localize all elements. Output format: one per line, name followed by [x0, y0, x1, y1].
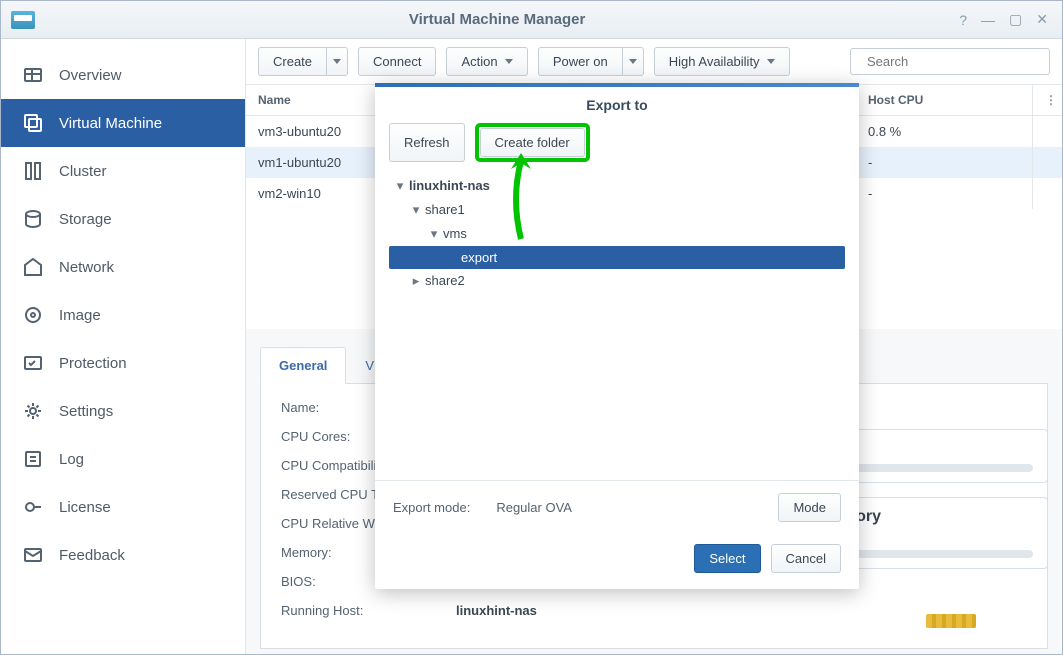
sidebar-item-license[interactable]: License	[1, 483, 245, 531]
sidebar-item-cluster[interactable]: Cluster	[1, 147, 245, 195]
sidebar-item-label: Storage	[59, 211, 112, 228]
tree-node-share1[interactable]: ▾share1	[389, 198, 845, 222]
sidebar-item-storage[interactable]: Storage	[1, 195, 245, 243]
sidebar-item-label: Overview	[59, 67, 122, 84]
vm-cpu: -	[856, 147, 1032, 178]
sidebar-item-network[interactable]: Network	[1, 243, 245, 291]
sidebar-item-image[interactable]: Image	[1, 291, 245, 339]
caret-down-icon	[333, 59, 341, 64]
close-icon[interactable]: ✕	[1036, 11, 1048, 28]
vm-icon	[23, 113, 43, 133]
export-dialog: Export to Refresh Create folder ▾linuxhi…	[375, 83, 859, 589]
arrow-annotation	[501, 149, 541, 249]
minimize-icon[interactable]: —	[981, 12, 995, 28]
caret-down-icon	[629, 59, 637, 64]
search-input[interactable]	[850, 48, 1050, 75]
license-icon	[23, 497, 43, 517]
high-availability-button[interactable]: High Availability	[654, 47, 790, 76]
power-on-button[interactable]: Power on	[538, 47, 622, 76]
cancel-button[interactable]: Cancel	[771, 544, 841, 573]
sidebar-item-label: Protection	[59, 355, 127, 372]
tab-general[interactable]: General	[260, 347, 346, 384]
column-host-cpu[interactable]: Host CPU	[856, 85, 1032, 115]
sidebar-item-label: Settings	[59, 403, 113, 420]
sidebar-item-label: Cluster	[59, 163, 107, 180]
collapse-icon: ▾	[429, 226, 439, 242]
connect-button[interactable]: Connect	[358, 47, 436, 76]
sidebar-item-feedback[interactable]: Feedback	[1, 531, 245, 579]
collapse-icon: ▾	[395, 178, 405, 194]
create-button[interactable]: Create	[258, 47, 326, 76]
mode-button[interactable]: Mode	[778, 493, 841, 522]
search-field[interactable]	[867, 54, 1043, 69]
toolbar: Create Connect Action Power on High Avai…	[246, 39, 1062, 85]
settings-icon	[23, 401, 43, 421]
sidebar-item-log[interactable]: Log	[1, 435, 245, 483]
maximize-icon[interactable]: ▢	[1009, 11, 1022, 28]
sidebar-item-virtual-machine[interactable]: Virtual Machine	[1, 99, 245, 147]
tree-node-nas[interactable]: ▾linuxhint-nas	[389, 174, 845, 198]
sidebar-item-overview[interactable]: Overview	[1, 51, 245, 99]
export-mode-label: Export mode:	[393, 500, 470, 515]
collapse-icon: ▾	[411, 202, 421, 218]
protection-icon	[23, 353, 43, 373]
image-icon	[23, 305, 43, 325]
sidebar: Overview Virtual Machine Cluster Storage…	[1, 39, 246, 654]
sidebar-item-label: Virtual Machine	[59, 115, 162, 132]
cpu-bar	[833, 464, 1033, 472]
sidebar-item-label: Image	[59, 307, 101, 324]
feedback-icon	[23, 545, 43, 565]
network-icon	[23, 257, 43, 277]
refresh-button[interactable]: Refresh	[389, 123, 465, 162]
cluster-icon	[23, 161, 43, 181]
help-icon[interactable]: ?	[959, 12, 967, 28]
column-menu-icon[interactable]: ⋮	[1032, 85, 1062, 115]
tree-node-share2[interactable]: ▸share2	[389, 269, 845, 293]
create-dropdown[interactable]	[326, 47, 348, 76]
app-icon	[11, 11, 35, 29]
action-button[interactable]: Action	[446, 47, 527, 76]
select-button[interactable]: Select	[694, 544, 760, 573]
vm-cpu: 0.8 %	[856, 116, 1032, 147]
expand-icon: ▸	[411, 273, 421, 289]
chip-icon	[926, 614, 976, 628]
export-mode-value: Regular OVA	[496, 500, 572, 515]
sidebar-item-label: Feedback	[59, 547, 125, 564]
overview-icon	[23, 65, 43, 85]
sidebar-item-protection[interactable]: Protection	[1, 339, 245, 387]
sidebar-item-label: License	[59, 499, 111, 516]
caret-down-icon	[505, 59, 513, 64]
tree-node-vms[interactable]: ▾vms	[389, 222, 845, 246]
window-title: Virtual Machine Manager	[35, 11, 959, 28]
memory-title: emory	[833, 508, 1033, 526]
titlebar: Virtual Machine Manager ? — ▢ ✕	[1, 1, 1062, 39]
value-host: linuxhint-nas	[456, 603, 537, 618]
storage-icon	[23, 209, 43, 229]
folder-tree: ▾linuxhint-nas ▾share1 ▾vms export ▸shar…	[375, 170, 859, 480]
cpu-title: PU	[833, 440, 1033, 458]
sidebar-item-settings[interactable]: Settings	[1, 387, 245, 435]
vm-cpu: -	[856, 178, 1032, 209]
power-dropdown[interactable]	[622, 47, 644, 76]
log-icon	[23, 449, 43, 469]
label-host: Running Host:	[281, 603, 456, 618]
caret-down-icon	[767, 59, 775, 64]
memory-bar	[833, 550, 1033, 558]
tree-node-export[interactable]: export	[389, 246, 845, 269]
dialog-title: Export to	[375, 87, 859, 123]
memory-value: GB	[833, 530, 1033, 544]
sidebar-item-label: Log	[59, 451, 84, 468]
sidebar-item-label: Network	[59, 259, 114, 276]
